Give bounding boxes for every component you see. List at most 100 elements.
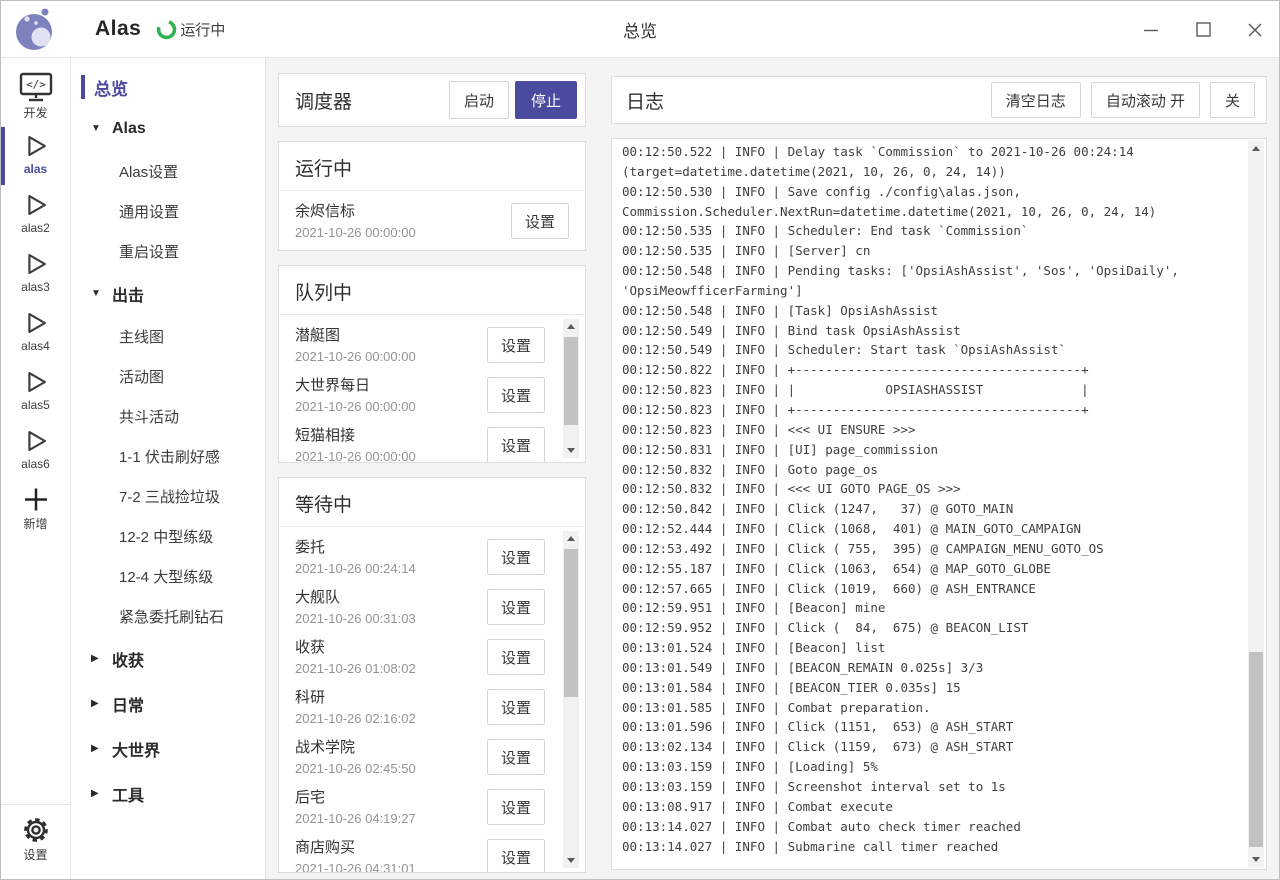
menu-item-label: 12-2 中型练级	[119, 526, 213, 547]
menu-item[interactable]: 7-2 三战捡垃圾	[71, 476, 265, 516]
rail-item-instance[interactable]: alas	[1, 131, 70, 183]
task-settings-button[interactable]: 设置	[487, 839, 545, 872]
task-next-run: 2021-10-26 00:31:03	[295, 609, 487, 628]
menu-item[interactable]: 12-4 大型练级	[71, 556, 265, 596]
log-line: 00:12:50.832 | INFO | Goto page_os	[622, 460, 1242, 480]
pending-list: 潜艇图 2021-10-26 00:00:00 设置 大世界每日 2021-10…	[279, 315, 585, 462]
task-next-run: 2021-10-26 00:00:00	[295, 223, 511, 242]
log-close-button[interactable]: 关	[1210, 82, 1255, 118]
log-line: 00:13:01.596 | INFO | Click (1151, 653) …	[622, 717, 1242, 737]
start-button[interactable]: 启动	[449, 81, 509, 119]
log-line: 00:13:01.524 | INFO | [Beacon] list	[622, 638, 1242, 658]
task-name: 科研	[295, 687, 487, 709]
scroll-up-icon[interactable]	[1248, 141, 1264, 156]
scrollbar-thumb[interactable]	[1249, 652, 1263, 847]
task-settings-button[interactable]: 设置	[487, 789, 545, 825]
status-label: 运行中	[180, 19, 225, 40]
menu-item-label: 紧急委托刷钻石	[119, 606, 224, 627]
menu-item-label: 大世界	[112, 737, 160, 761]
scroll-down-icon[interactable]	[563, 853, 579, 868]
waiting-panel: 等待中 委托 2021-10-26 00:24:14 设置	[278, 477, 586, 873]
chevron-icon: ▼	[91, 288, 103, 299]
scrollbar-thumb[interactable]	[564, 337, 578, 425]
menu-item[interactable]: 总览	[71, 68, 265, 106]
log-scrollbar[interactable]	[1248, 141, 1264, 867]
menu-item[interactable]: 共斗活动	[71, 396, 265, 436]
task-settings-button[interactable]: 设置	[487, 427, 545, 462]
rail-item-instance[interactable]: alas2	[1, 190, 70, 242]
scroll-up-icon[interactable]	[563, 319, 579, 334]
task-settings-button[interactable]: 设置	[487, 539, 545, 575]
scroll-up-icon[interactable]	[563, 531, 579, 546]
task-settings-button[interactable]: 设置	[487, 639, 545, 675]
close-button[interactable]	[1241, 16, 1269, 44]
menu-item[interactable]: 通用设置	[71, 191, 265, 231]
play-icon	[20, 426, 51, 456]
scroll-down-icon[interactable]	[1248, 852, 1264, 867]
rail-item-instance[interactable]: alas4	[1, 308, 70, 360]
menu-item[interactable]: ▼ Alas	[71, 106, 265, 151]
task-settings-button[interactable]: 设置	[487, 739, 545, 775]
menu-item[interactable]: 主线图	[71, 316, 265, 356]
log-line: 00:13:03.159 | INFO | Screenshot interva…	[622, 777, 1242, 797]
scroll-down-icon[interactable]	[563, 443, 579, 458]
menu-item[interactable]: 紧急委托刷钻石	[71, 596, 265, 636]
running-title: 运行中	[279, 142, 585, 190]
task-row: 科研 2021-10-26 02:16:02 设置	[295, 682, 545, 732]
menu-item-label: 共斗活动	[119, 406, 179, 427]
minimize-button[interactable]	[1137, 16, 1165, 44]
menu-item[interactable]: 1-1 伏击刷好感	[71, 436, 265, 476]
menu-item[interactable]: ▶ 工具	[71, 771, 265, 816]
scheduler-title: 调度器	[295, 87, 449, 114]
task-name: 商店购买	[295, 837, 487, 859]
menu-item[interactable]: ▶ 收获	[71, 636, 265, 681]
running-panel: 运行中 余烬信标 2021-10-26 00:00:00 设置	[278, 141, 586, 251]
rail-item-settings[interactable]: 设置	[1, 815, 70, 867]
log-line: 00:12:50.831 | INFO | [UI] page_commissi…	[622, 440, 1242, 460]
log-line: 00:12:59.951 | INFO | [Beacon] mine	[622, 598, 1242, 618]
log-line: 00:13:01.549 | INFO | [BEACON_REMAIN 0.0…	[622, 658, 1242, 678]
task-name: 潜艇图	[295, 325, 487, 347]
log-line: (target=datetime.datetime(2021, 10, 26, …	[622, 162, 1242, 182]
menu-item[interactable]: 重启设置	[71, 231, 265, 271]
rail-item-instance[interactable]: alas3	[1, 249, 70, 301]
task-row: 商店购买 2021-10-26 04:31:01 设置	[295, 832, 545, 872]
log-line: 00:12:50.535 | INFO | [Server] cn	[622, 241, 1242, 261]
task-name: 委托	[295, 537, 487, 559]
task-settings-button[interactable]: 设置	[487, 377, 545, 413]
task-settings-button[interactable]: 设置	[487, 589, 545, 625]
menu-item[interactable]: Alas设置	[71, 151, 265, 191]
task-next-run: 2021-10-26 00:24:14	[295, 559, 487, 578]
autoscroll-toggle-button[interactable]: 自动滚动 开	[1091, 82, 1200, 118]
menu-item[interactable]: ▶ 大世界	[71, 726, 265, 771]
waiting-scrollbar[interactable]	[563, 531, 579, 868]
log-line: 00:12:52.444 | INFO | Click (1068, 401) …	[622, 519, 1242, 539]
log-line: 00:12:50.823 | INFO | | OPSIASHASSIST |	[622, 380, 1242, 400]
running-list: 余烬信标 2021-10-26 00:00:00 设置	[279, 191, 585, 250]
chevron-icon: ▼	[91, 123, 103, 134]
app-window: Alas 运行中 总览 </>	[0, 0, 1280, 880]
rail-item-instance[interactable]: alas5	[1, 367, 70, 419]
play-icon	[20, 190, 51, 220]
task-info: 后宅 2021-10-26 04:19:27	[295, 787, 487, 828]
menu-item[interactable]: ▶ 日常	[71, 681, 265, 726]
task-settings-button[interactable]: 设置	[487, 327, 545, 363]
scrollbar-thumb[interactable]	[564, 549, 578, 697]
stop-button[interactable]: 停止	[515, 81, 577, 119]
rail-item-dev[interactable]: </> 开发	[1, 72, 70, 124]
task-settings-button[interactable]: 设置	[511, 203, 569, 239]
task-info: 科研 2021-10-26 02:16:02	[295, 687, 487, 728]
log-line: 00:12:50.822 | INFO | +-----------------…	[622, 360, 1242, 380]
menu-item[interactable]: 12-2 中型练级	[71, 516, 265, 556]
task-menu: 总览 ▼ Alas Alas设置 通用设置	[71, 58, 266, 879]
maximize-button[interactable]	[1189, 16, 1217, 44]
rail-item-add[interactable]: 新增	[1, 485, 70, 537]
pending-scrollbar[interactable]	[563, 319, 579, 458]
menu-item-label: 收获	[112, 647, 144, 671]
task-settings-button[interactable]: 设置	[487, 689, 545, 725]
log-line: 00:13:01.585 | INFO | Combat preparation…	[622, 698, 1242, 718]
menu-item[interactable]: ▼ 出击	[71, 271, 265, 316]
rail-item-instance[interactable]: alas6	[1, 426, 70, 478]
menu-item[interactable]: 活动图	[71, 356, 265, 396]
clear-log-button[interactable]: 清空日志	[991, 82, 1081, 118]
